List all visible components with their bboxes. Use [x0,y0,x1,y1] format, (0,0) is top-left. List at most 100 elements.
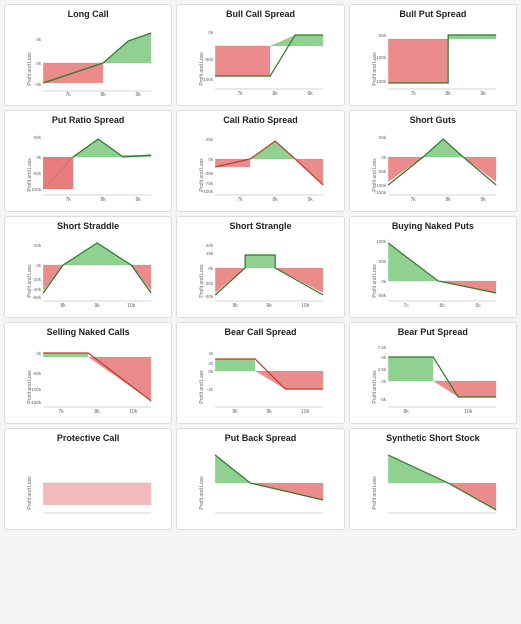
svg-text:Profit and Loss: Profit and Loss [372,370,378,404]
chart-bear-call-spread: Profit and Loss 8k 9k 10k 4k 2k 0k -2k [181,339,339,419]
svg-text:7k: 7k [410,197,416,203]
title-call-ratio-spread: Call Ratio Spread [223,115,298,125]
svg-text:Profit and Loss: Profit and Loss [27,476,33,510]
svg-text:8k: 8k [403,409,409,415]
svg-text:7k: 7k [66,92,72,98]
svg-text:-5k: -5k [380,397,387,402]
chart-call-ratio-spread: Profit and Loss 7k 8k 9k 25k 0k -25k -75… [181,127,339,207]
svg-text:-50k: -50k [32,371,42,376]
chart-synthetic-short-stock: Profit and Loss [354,445,512,525]
svg-text:15k: 15k [206,251,214,256]
svg-text:0k: 0k [381,279,387,284]
svg-text:8k: 8k [445,197,451,203]
svg-text:0k: 0k [36,61,42,66]
svg-text:-100k: -100k [375,55,387,60]
card-put-back-spread: Put Back Spread Profit and Loss [176,428,344,530]
svg-text:-50k: -50k [377,33,387,38]
svg-text:10k: 10k [464,409,473,415]
chart-short-strangle: Profit and Loss 8k 9k 10k 20k 15k 0k -20… [181,233,339,313]
svg-text:9k: 9k [308,91,314,97]
card-short-straddle: Short Straddle Profit and Loss 8k 9k 10k… [4,216,172,318]
svg-text:9k: 9k [136,92,142,98]
card-bear-put-spread: Bear Put Spread Profit and Loss 8k 10k 7… [349,322,517,424]
svg-text:9k: 9k [267,409,273,415]
card-selling-naked-calls: Selling Naked Calls Profit and Loss 7k 8… [4,322,172,424]
svg-text:0k: 0k [381,379,387,384]
chart-selling-naked-calls: Profit and Loss 7k 8k 10k 0k -50k -100k … [9,339,167,419]
svg-text:4k: 4k [209,351,215,356]
svg-text:7k: 7k [238,91,244,97]
chart-grid: Long Call Profit and Loss 7k 8k 9k 5k [0,0,521,534]
chart-long-call: Profit and Loss 7k 8k 9k 5k 0k -5k [9,21,167,101]
svg-text:-40k: -40k [32,287,42,292]
svg-text:8k: 8k [233,409,239,415]
svg-text:-20k: -20k [205,281,215,286]
card-bear-call-spread: Bear Call Spread Profit and Loss 8k 9k 1… [176,322,344,424]
card-bull-call-spread: Bull Call Spread Profit and Loss 7k 8k 9… [176,4,344,106]
svg-text:0k: 0k [36,351,42,356]
svg-text:50k: 50k [379,259,387,264]
title-put-back-spread: Put Back Spread [225,433,297,443]
svg-text:9k: 9k [480,91,486,97]
card-protective-call: Protective Call Profit and Loss [4,428,172,530]
svg-text:0k: 0k [381,155,387,160]
svg-text:-75k: -75k [205,181,215,186]
svg-text:8k: 8k [233,303,239,309]
title-synthetic-short-stock: Synthetic Short Stock [386,433,480,443]
title-selling-naked-calls: Selling Naked Calls [47,327,130,337]
card-long-call: Long Call Profit and Loss 7k 8k 9k 5k [4,4,172,106]
svg-text:10k: 10k [301,409,310,415]
svg-text:9k: 9k [136,197,142,203]
svg-text:8k: 8k [273,91,279,97]
svg-text:8c: 8c [439,303,445,309]
svg-text:7c: 7c [403,303,409,309]
chart-protective-call: Profit and Loss [9,445,167,525]
svg-text:-100k: -100k [30,387,42,392]
svg-text:-100k: -100k [375,183,387,188]
svg-text:9k: 9k [267,303,273,309]
title-short-straddle: Short Straddle [57,221,119,231]
svg-text:8k: 8k [101,197,107,203]
svg-text:-50k: -50k [205,57,215,62]
chart-bull-call-spread: Profit and Loss 7k 8k 9k 0k -50k -100k [181,21,339,101]
svg-text:0k: 0k [36,155,42,160]
svg-text:5k: 5k [36,37,42,42]
svg-text:Profit and Loss: Profit and Loss [27,52,33,86]
svg-text:0k: 0k [209,369,215,374]
title-put-ratio-spread: Put Ratio Spread [52,115,125,125]
card-bull-put-spread: Bull Put Spread Profit and Loss 7k 8k 9k… [349,4,517,106]
card-short-guts: Short Guts Profit and Loss 7k 8k 9k 50k … [349,110,517,212]
card-buying-naked-puts: Buying Naked Puts Profit and Loss 7c 8c … [349,216,517,318]
svg-text:-5k: -5k [35,82,42,87]
svg-text:7k: 7k [238,197,244,203]
svg-text:10k: 10k [129,409,138,415]
chart-put-ratio-spread: Profit and Loss 7k 8k 9k 50k 0k -50 [9,127,167,207]
svg-text:7k: 7k [59,409,65,415]
svg-text:Profit and Loss: Profit and Loss [199,476,205,510]
chart-put-back-spread: Profit and Loss [181,445,339,525]
title-short-strangle: Short Strangle [229,221,291,231]
svg-text:8k: 8k [273,197,279,203]
svg-text:20k: 20k [34,243,42,248]
chart-buying-naked-puts: Profit and Loss 7c 8c 9c 100k 50k 0k -50… [354,233,512,313]
svg-text:9c: 9c [475,303,481,309]
svg-text:10k: 10k [127,303,136,309]
chart-bull-put-spread: Profit and Loss 7k 8k 9k -50k -100k -150… [354,21,512,101]
svg-text:0k: 0k [209,30,215,35]
card-call-ratio-spread: Call Ratio Spread Profit and Loss 7k 8k … [176,110,344,212]
svg-text:9k: 9k [480,197,486,203]
svg-text:8k: 8k [445,91,451,97]
title-bull-put-spread: Bull Put Spread [399,9,466,19]
svg-text:0k: 0k [36,263,42,268]
svg-text:50k: 50k [379,135,387,140]
chart-bear-put-spread: Profit and Loss 8k 10k 7.5k 5k 2.5k 0k -… [354,339,512,419]
svg-text:7k: 7k [410,91,416,97]
svg-text:0k: 0k [209,157,215,162]
svg-text:-150k: -150k [375,79,387,84]
svg-text:-100k: -100k [30,187,42,192]
svg-text:-50k: -50k [32,171,42,176]
svg-text:7.5k: 7.5k [377,345,386,350]
card-short-strangle: Short Strangle Profit and Loss 8k 9k 10k… [176,216,344,318]
svg-text:100k: 100k [376,239,387,244]
svg-text:5k: 5k [381,355,387,360]
